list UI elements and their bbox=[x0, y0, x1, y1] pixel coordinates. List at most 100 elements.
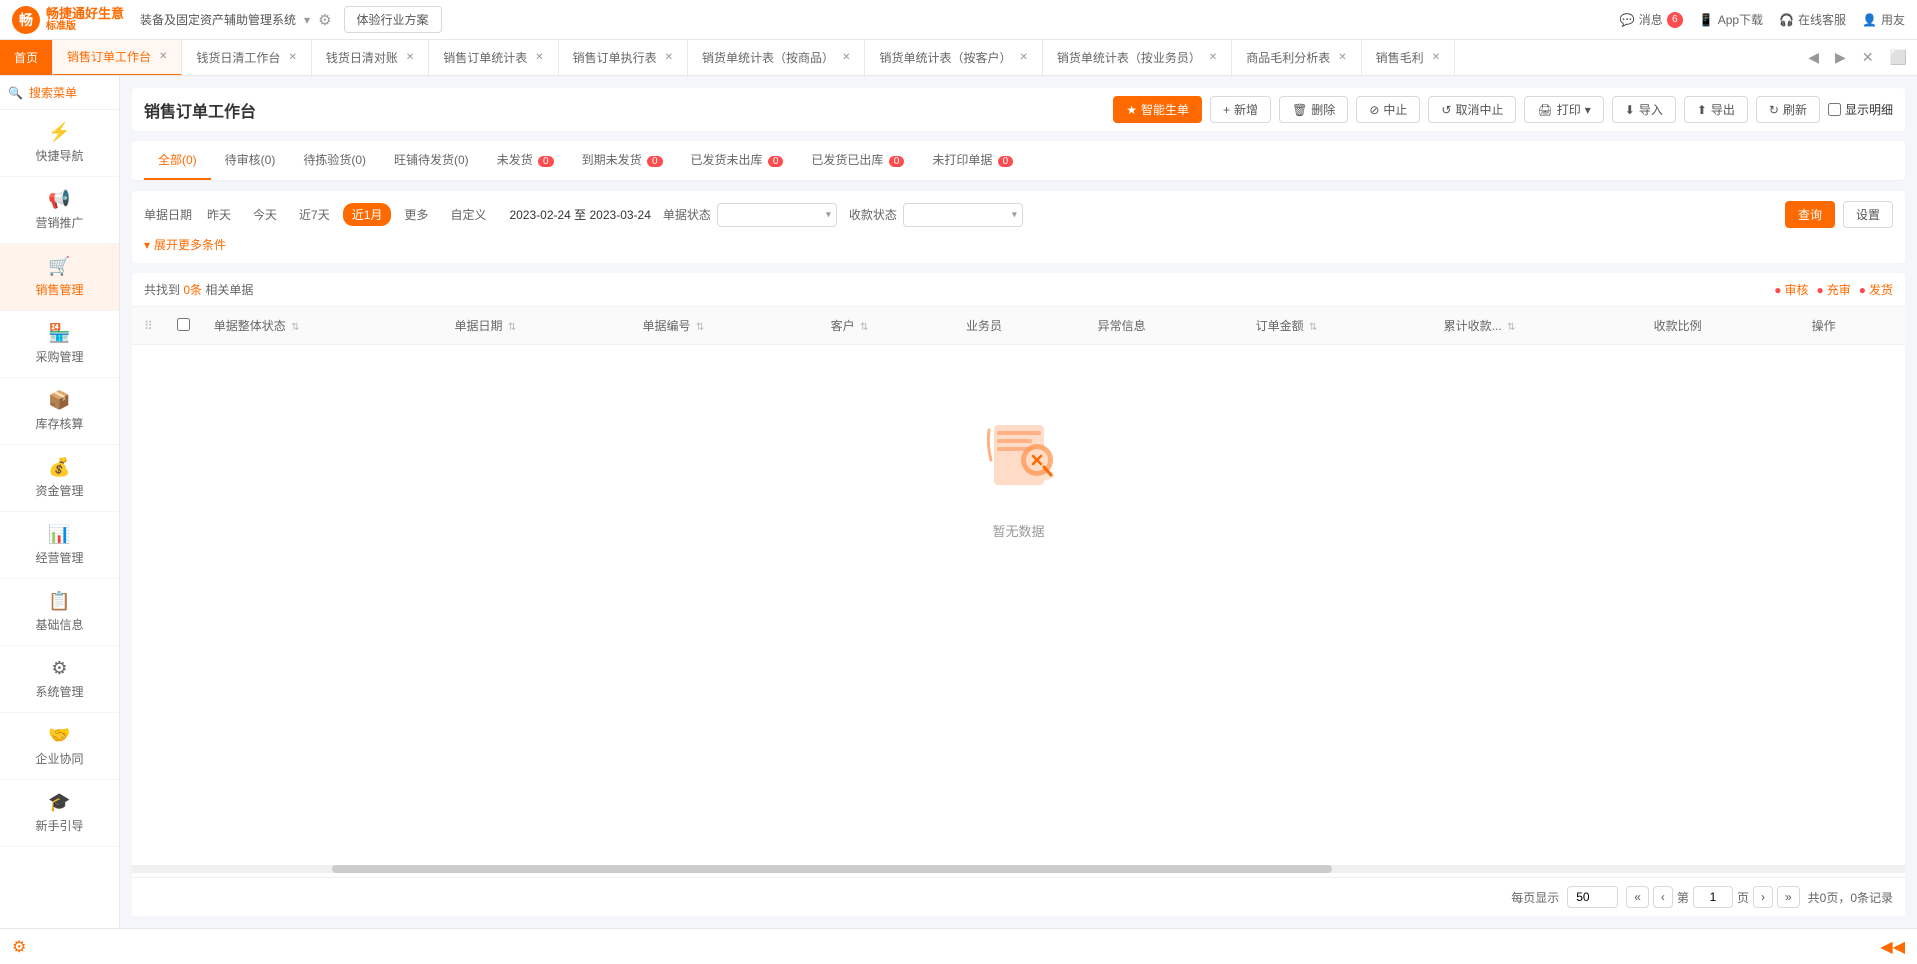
sidebar-item-finance[interactable]: 💰 资金管理 bbox=[0, 445, 119, 512]
smart-create-btn[interactable]: ★ 智能生单 bbox=[1113, 96, 1202, 123]
sidebar-finance-label: 资金管理 bbox=[35, 482, 83, 499]
tab-goods-stats-salesperson-close[interactable]: ✕ bbox=[1209, 52, 1217, 63]
message-item[interactable]: 💬 消息 6 bbox=[1620, 11, 1683, 28]
tab-order-stats-close[interactable]: ✕ bbox=[535, 52, 543, 63]
sidebar-item-purchase[interactable]: 🏪 采购管理 bbox=[0, 311, 119, 378]
sales-icon: 🛒 bbox=[48, 256, 70, 277]
date-btn-7days[interactable]: 近7天 bbox=[290, 203, 339, 226]
filter-tab-unshipped[interactable]: 未发货 0 bbox=[483, 141, 568, 180]
expand-conditions-btn[interactable]: ▾ 展开更多条件 bbox=[144, 236, 226, 253]
filter-tab-pending-pick[interactable]: 待拣验货(0) bbox=[289, 141, 380, 180]
bottom-collapse-icon[interactable]: ◀◀ bbox=[1880, 937, 1905, 957]
page-input[interactable] bbox=[1693, 886, 1733, 908]
tab-margin-analysis[interactable]: 商品毛利分析表 ✕ bbox=[1232, 40, 1361, 76]
review-action-btn[interactable]: ● 审核 bbox=[1774, 281, 1808, 298]
filter-tab-unprinted[interactable]: 未打印单据 0 bbox=[918, 141, 1027, 180]
tab-cash-daily-label: 钱货日清工作台 bbox=[196, 49, 280, 66]
tab-sales-margin[interactable]: 销售毛利 ✕ bbox=[1362, 40, 1455, 76]
date-btn-more[interactable]: 更多 bbox=[395, 203, 437, 226]
refresh-btn[interactable]: ↻ 刷新 bbox=[1756, 96, 1820, 123]
sidebar-item-inventory[interactable]: 📦 库存核算 bbox=[0, 378, 119, 445]
date-btn-yesterday[interactable]: 昨天 bbox=[198, 203, 240, 226]
industry-btn[interactable]: 体验行业方案 bbox=[344, 6, 442, 33]
tab-goods-stats-product-close[interactable]: ✕ bbox=[842, 52, 850, 63]
app-download-item[interactable]: 📱 App下载 bbox=[1699, 11, 1763, 28]
horizontal-scrollbar[interactable] bbox=[132, 865, 1905, 873]
date-btn-1month[interactable]: 近1月 bbox=[343, 203, 392, 226]
tab-order-exec-close[interactable]: ✕ bbox=[665, 52, 673, 63]
date-btn-custom[interactable]: 自定义 bbox=[441, 203, 495, 226]
sidebar-item-quick-nav[interactable]: ⚡ 快捷导航 bbox=[0, 110, 119, 177]
filter-tab-all[interactable]: 全部(0) bbox=[144, 141, 211, 180]
user-item[interactable]: 👤 用友 bbox=[1862, 11, 1905, 28]
tab-prev-btn[interactable]: ◀ bbox=[1802, 49, 1825, 66]
filter-tab-overdue[interactable]: 到期未发货 0 bbox=[568, 141, 677, 180]
show-detail-label[interactable]: 显示明细 bbox=[1828, 101, 1893, 118]
table-scroll-area[interactable]: ⠿ 单据整体状态 ⇅ 单据日期 ⇅ bbox=[132, 307, 1905, 865]
sort-status-icon[interactable]: ⇅ bbox=[291, 322, 299, 333]
tab-maximize-btn[interactable]: ⬜ bbox=[1884, 49, 1913, 66]
sort-date-icon[interactable]: ⇅ bbox=[508, 322, 516, 333]
tab-sales-order-close[interactable]: ✕ bbox=[159, 51, 167, 62]
tab-margin-analysis-close[interactable]: ✕ bbox=[1338, 52, 1346, 63]
query-btn[interactable]: 查询 bbox=[1785, 201, 1835, 228]
tab-goods-stats-customer[interactable]: 销货单统计表（按客户） ✕ bbox=[865, 40, 1042, 76]
sidebar-item-sales[interactable]: 🛒 销售管理 bbox=[0, 244, 119, 311]
tab-sales-margin-close[interactable]: ✕ bbox=[1432, 52, 1440, 63]
sort-customer-icon[interactable]: ⇅ bbox=[860, 322, 868, 333]
sidebar-item-corp[interactable]: 🤝 企业协同 bbox=[0, 713, 119, 780]
filter-tab-wangpu[interactable]: 旺铺待发货(0) bbox=[380, 141, 483, 180]
sidebar-search[interactable]: 🔍 搜索菜单 bbox=[0, 76, 119, 110]
filter-tab-shipped-not-out[interactable]: 已发货未出库 0 bbox=[677, 141, 798, 180]
tab-goods-stats-customer-close[interactable]: ✕ bbox=[1019, 52, 1027, 63]
sidebar-item-operation[interactable]: 📊 经营管理 bbox=[0, 512, 119, 579]
payment-label: 收款状态 bbox=[849, 206, 897, 223]
tab-order-exec[interactable]: 销售订单执行表 ✕ bbox=[559, 40, 688, 76]
tab-cash-reconcile[interactable]: 钱货日清对账 ✕ bbox=[312, 40, 429, 76]
page-size-select[interactable]: 50 20 100 bbox=[1567, 886, 1618, 908]
tab-cash-reconcile-close[interactable]: ✕ bbox=[406, 52, 414, 63]
ship-action-btn[interactable]: ● 发货 bbox=[1859, 281, 1893, 298]
unsuspend-btn[interactable]: ↺ 取消中止 bbox=[1428, 96, 1516, 123]
prev-page-btn[interactable]: ‹ bbox=[1653, 886, 1673, 908]
sidebar-item-marketing[interactable]: 📢 营销推广 bbox=[0, 177, 119, 244]
import-btn[interactable]: ⬇ 导入 bbox=[1612, 96, 1676, 123]
tab-goods-stats-salesperson[interactable]: 销货单统计表（按业务员） ✕ bbox=[1043, 40, 1232, 76]
tab-next-btn[interactable]: ▶ bbox=[1829, 49, 1852, 66]
sort-collected-icon[interactable]: ⇅ bbox=[1507, 322, 1515, 333]
tab-goods-stats-product[interactable]: 销货单统计表（按商品） ✕ bbox=[688, 40, 865, 76]
unreview-action-btn[interactable]: ● 充审 bbox=[1816, 281, 1850, 298]
tab-cash-daily[interactable]: 钱货日清工作台 ✕ bbox=[182, 40, 311, 76]
payment-select[interactable] bbox=[903, 203, 1023, 227]
tab-cash-daily-close[interactable]: ✕ bbox=[288, 52, 296, 63]
sidebar-item-system[interactable]: ⚙ 系统管理 bbox=[0, 646, 119, 713]
filter-tab-shipped-out[interactable]: 已发货已出库 0 bbox=[797, 141, 918, 180]
tab-sales-order[interactable]: 销售订单工作台 ✕ bbox=[53, 40, 182, 76]
select-all-checkbox[interactable] bbox=[177, 318, 190, 331]
bottom-gear-icon[interactable]: ⚙ bbox=[12, 937, 26, 957]
delete-btn[interactable]: 🗑 删除 bbox=[1279, 96, 1348, 123]
suspend-btn[interactable]: ⊘ 中止 bbox=[1356, 96, 1420, 123]
gear-icon[interactable]: ⚙ bbox=[318, 11, 331, 29]
date-btn-today[interactable]: 今天 bbox=[244, 203, 286, 226]
sidebar-item-basic[interactable]: 📋 基础信息 bbox=[0, 579, 119, 646]
sidebar-item-guide[interactable]: 🎓 新手引导 bbox=[0, 780, 119, 847]
export-btn[interactable]: ⬆ 导出 bbox=[1684, 96, 1748, 123]
add-btn[interactable]: + 新增 bbox=[1210, 96, 1271, 123]
nav-arrow[interactable]: ▾ bbox=[304, 13, 310, 27]
set-btn[interactable]: 设置 bbox=[1843, 201, 1893, 228]
tab-order-stats[interactable]: 销售订单统计表 ✕ bbox=[429, 40, 558, 76]
show-detail-checkbox[interactable] bbox=[1828, 103, 1841, 116]
first-page-btn[interactable]: « bbox=[1626, 886, 1649, 908]
online-service-item[interactable]: 🎧 在线客服 bbox=[1779, 11, 1846, 28]
next-page-btn[interactable]: › bbox=[1753, 886, 1773, 908]
filter-tab-pending-review[interactable]: 待审核(0) bbox=[211, 141, 290, 180]
last-page-btn[interactable]: » bbox=[1777, 886, 1800, 908]
print-btn[interactable]: 🖨 打印 ▾ bbox=[1524, 96, 1603, 123]
sort-number-icon[interactable]: ⇅ bbox=[696, 322, 704, 333]
empty-state: 暂无数据 bbox=[132, 345, 1905, 600]
status-select[interactable] bbox=[717, 203, 837, 227]
tab-close-all-btn[interactable]: ✕ bbox=[1856, 49, 1880, 66]
sort-amount-icon[interactable]: ⇅ bbox=[1309, 322, 1317, 333]
tab-home[interactable]: 首页 bbox=[0, 40, 53, 76]
